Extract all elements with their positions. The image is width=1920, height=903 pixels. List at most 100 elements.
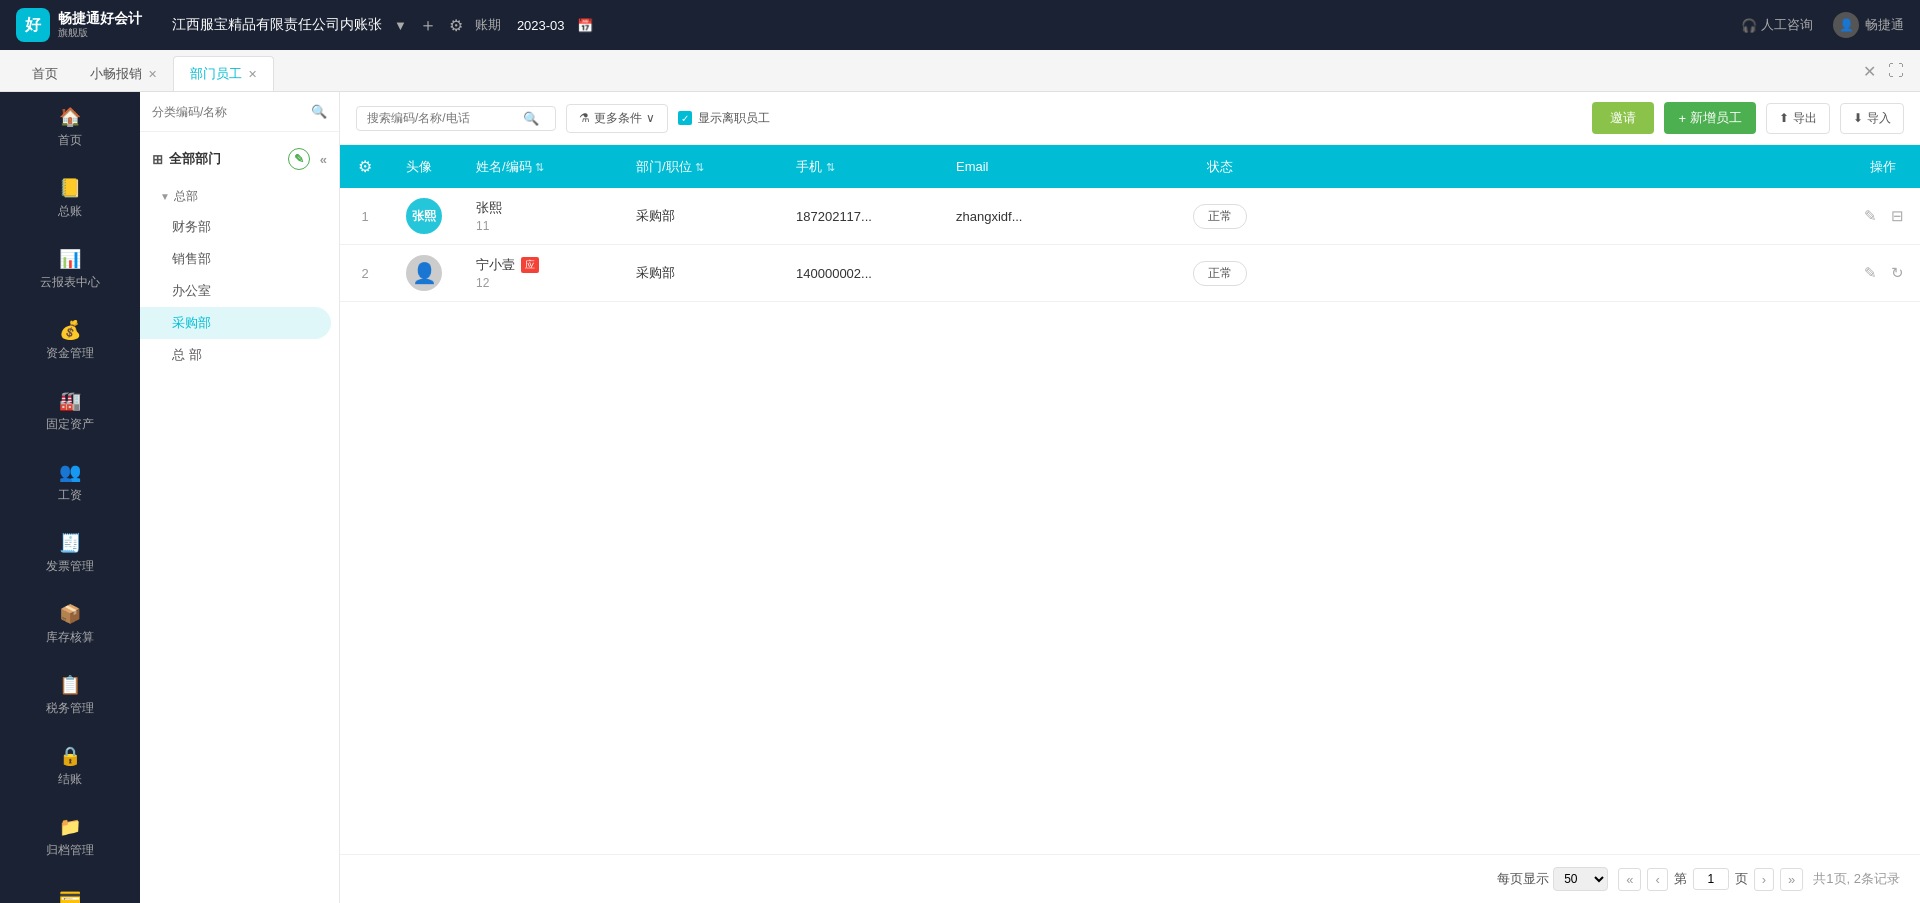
dept-parent-head[interactable]: ▼ 总部	[140, 182, 339, 211]
close-period-icon: 🔒	[59, 745, 81, 767]
dept-child-finance[interactable]: 财务部	[140, 211, 331, 243]
row-2-name-block: 宁小壹 应 12	[476, 256, 604, 290]
sidebar-item-close[interactable]: 🔒 结账	[0, 731, 140, 802]
row-1-dept: 采购部	[620, 188, 780, 245]
sidebar-item-capital[interactable]: 💰 资金管理	[0, 305, 140, 376]
sidebar-invoice-label: 发票管理	[46, 558, 94, 575]
name-sort-icon[interactable]: ⇅	[535, 161, 544, 173]
add-employee-button[interactable]: + 新增员工	[1664, 102, 1756, 134]
row-2-dept: 采购部	[620, 245, 780, 302]
sidebar-item-inventory[interactable]: 📦 库存核算	[0, 589, 140, 660]
dept-child-office[interactable]: 办公室	[140, 275, 331, 307]
settings-col-icon[interactable]: ⚙	[358, 158, 372, 175]
row-1-avatar: 张熙	[406, 198, 442, 234]
resigned-checkbox[interactable]: ✓	[678, 111, 692, 125]
employee-table: ⚙ 头像 姓名/编码 ⇅ 部门/职位 ⇅	[340, 145, 1920, 302]
settings-icon[interactable]: ⚙	[449, 16, 463, 35]
user-name: 畅捷通	[1865, 16, 1904, 34]
last-page-button[interactable]: »	[1780, 868, 1803, 891]
user-menu[interactable]: 👤 畅捷通	[1833, 12, 1904, 38]
expand-icon[interactable]: ⛶	[1888, 61, 1904, 80]
sidebar-item-payroll[interactable]: 👥 工资	[0, 447, 140, 518]
total-records: 共1页, 2条记录	[1813, 870, 1900, 888]
row-2-avatar-person-icon: 👤	[412, 261, 437, 285]
dept-child-general[interactable]: 总 部	[140, 339, 331, 371]
tab-home[interactable]: 首页	[16, 57, 74, 91]
sidebar-item-home[interactable]: 🏠 首页	[0, 92, 140, 163]
col-dept[interactable]: 部门/职位 ⇅	[620, 145, 780, 188]
row-1-status-badge: 正常	[1193, 204, 1247, 229]
sidebar-reports-label: 云报表中心	[40, 274, 100, 291]
row-2-actions: ✎ ↻	[1320, 245, 1920, 302]
dept-purchase-label: 采购部	[172, 315, 211, 330]
calendar-icon[interactable]: 📅	[577, 18, 593, 33]
app-name: 畅捷通好会计	[58, 10, 142, 27]
page-input[interactable]	[1693, 868, 1729, 890]
all-dept-item[interactable]: ⊞ 全部部门 ✎ «	[140, 140, 339, 178]
employee-panel: 🔍 ⚗ 更多条件 ∨ ✓ 显示离职员工 邀请 + 新增员工	[340, 92, 1920, 903]
sidebar-item-tax[interactable]: 📋 税务管理	[0, 660, 140, 731]
per-page-select[interactable]: 50 100	[1553, 867, 1608, 891]
show-resigned-label: 显示离职员工	[698, 110, 770, 127]
tab-dept-close-icon[interactable]: ✕	[248, 68, 257, 81]
tab-expense[interactable]: 小畅报销 ✕	[74, 57, 173, 91]
col-phone-label: 手机	[796, 159, 822, 174]
sidebar: 🏠 首页 📒 总账 📊 云报表中心 💰 资金管理 🏭 固定资产 👥 工资 🧾 发…	[0, 92, 140, 903]
dept-search-icon[interactable]: 🔍	[311, 104, 327, 119]
page-unit: 页	[1735, 870, 1748, 888]
row-2-edit-icon[interactable]: ✎	[1864, 264, 1877, 282]
dept-search-input[interactable]	[152, 105, 305, 119]
sidebar-item-archive[interactable]: 📁 归档管理	[0, 802, 140, 873]
row-1-exit-icon[interactable]: ⊟	[1891, 207, 1904, 225]
next-page-button[interactable]: ›	[1754, 868, 1774, 891]
inventory-icon: 📦	[59, 603, 81, 625]
archive-icon: 📁	[59, 816, 81, 838]
close-window-icon[interactable]: ✕	[1863, 61, 1876, 80]
dept-sort-icon[interactable]: ⇅	[695, 161, 704, 173]
tab-expense-close-icon[interactable]: ✕	[148, 68, 157, 81]
dept-child-purchase[interactable]: 采购部	[140, 307, 331, 339]
import-button[interactable]: ⬇ 导入	[1840, 103, 1904, 134]
prev-page-button[interactable]: ‹	[1647, 868, 1667, 891]
row-2-name-row: 宁小壹 应	[476, 256, 604, 274]
sidebar-item-ledger[interactable]: 📒 总账	[0, 163, 140, 234]
tab-dept-label: 部门员工	[190, 65, 242, 83]
tab-dept[interactable]: 部门员工 ✕	[173, 56, 274, 91]
dept-search-bar: 🔍	[140, 92, 339, 132]
invite-button[interactable]: 邀请	[1592, 102, 1654, 134]
add-company-button[interactable]: ＋	[419, 13, 437, 37]
header-right: 🎧 人工咨询 👤 畅捷通	[1741, 12, 1904, 38]
sidebar-item-expense[interactable]: 💳 小畅报销	[0, 873, 140, 903]
content-area: 🔍 ⊞ 全部部门 ✎ « ▼ 总部 财务部	[140, 92, 1920, 903]
sidebar-item-reports[interactable]: 📊 云报表中心	[0, 234, 140, 305]
export-button[interactable]: ⬆ 导出	[1766, 103, 1830, 134]
filter-button[interactable]: ⚗ 更多条件 ∨	[566, 104, 668, 133]
emp-search-bar: 🔍	[356, 106, 556, 131]
logo-text-block: 畅捷通好会计 旗舰版	[58, 10, 142, 41]
row-2-name: 宁小壹	[476, 256, 515, 274]
dept-child-sales[interactable]: 销售部	[140, 243, 331, 275]
search-input[interactable]	[367, 111, 517, 125]
sidebar-item-assets[interactable]: 🏭 固定资产	[0, 376, 140, 447]
avatar: 👤	[1833, 12, 1859, 38]
dept-edit-button[interactable]: ✎	[288, 148, 310, 170]
col-email-label: Email	[956, 159, 989, 174]
row-1-name-block: 张熙 11	[476, 199, 604, 233]
sidebar-item-invoice[interactable]: 🧾 发票管理	[0, 518, 140, 589]
row-1-avatar-cell: 张熙	[390, 188, 460, 245]
first-page-button[interactable]: «	[1618, 868, 1641, 891]
col-name-code[interactable]: 姓名/编码 ⇅	[460, 145, 620, 188]
dept-arrow-icon: ▼	[160, 191, 170, 202]
sidebar-tax-label: 税务管理	[46, 700, 94, 717]
col-phone[interactable]: 手机 ⇅	[780, 145, 940, 188]
company-dropdown-icon[interactable]: ▼	[394, 18, 407, 33]
show-resigned-toggle[interactable]: ✓ 显示离职员工	[678, 110, 770, 127]
dept-parent-label: 总部	[174, 188, 198, 205]
phone-sort-icon[interactable]: ⇅	[826, 161, 835, 173]
tab-home-label: 首页	[32, 65, 58, 83]
service-button[interactable]: 🎧 人工咨询	[1741, 16, 1813, 34]
search-icon[interactable]: 🔍	[523, 111, 539, 126]
row-1-edit-icon[interactable]: ✎	[1864, 207, 1877, 225]
dept-collapse-icon[interactable]: «	[320, 152, 327, 167]
row-2-refresh-icon[interactable]: ↻	[1891, 264, 1904, 282]
